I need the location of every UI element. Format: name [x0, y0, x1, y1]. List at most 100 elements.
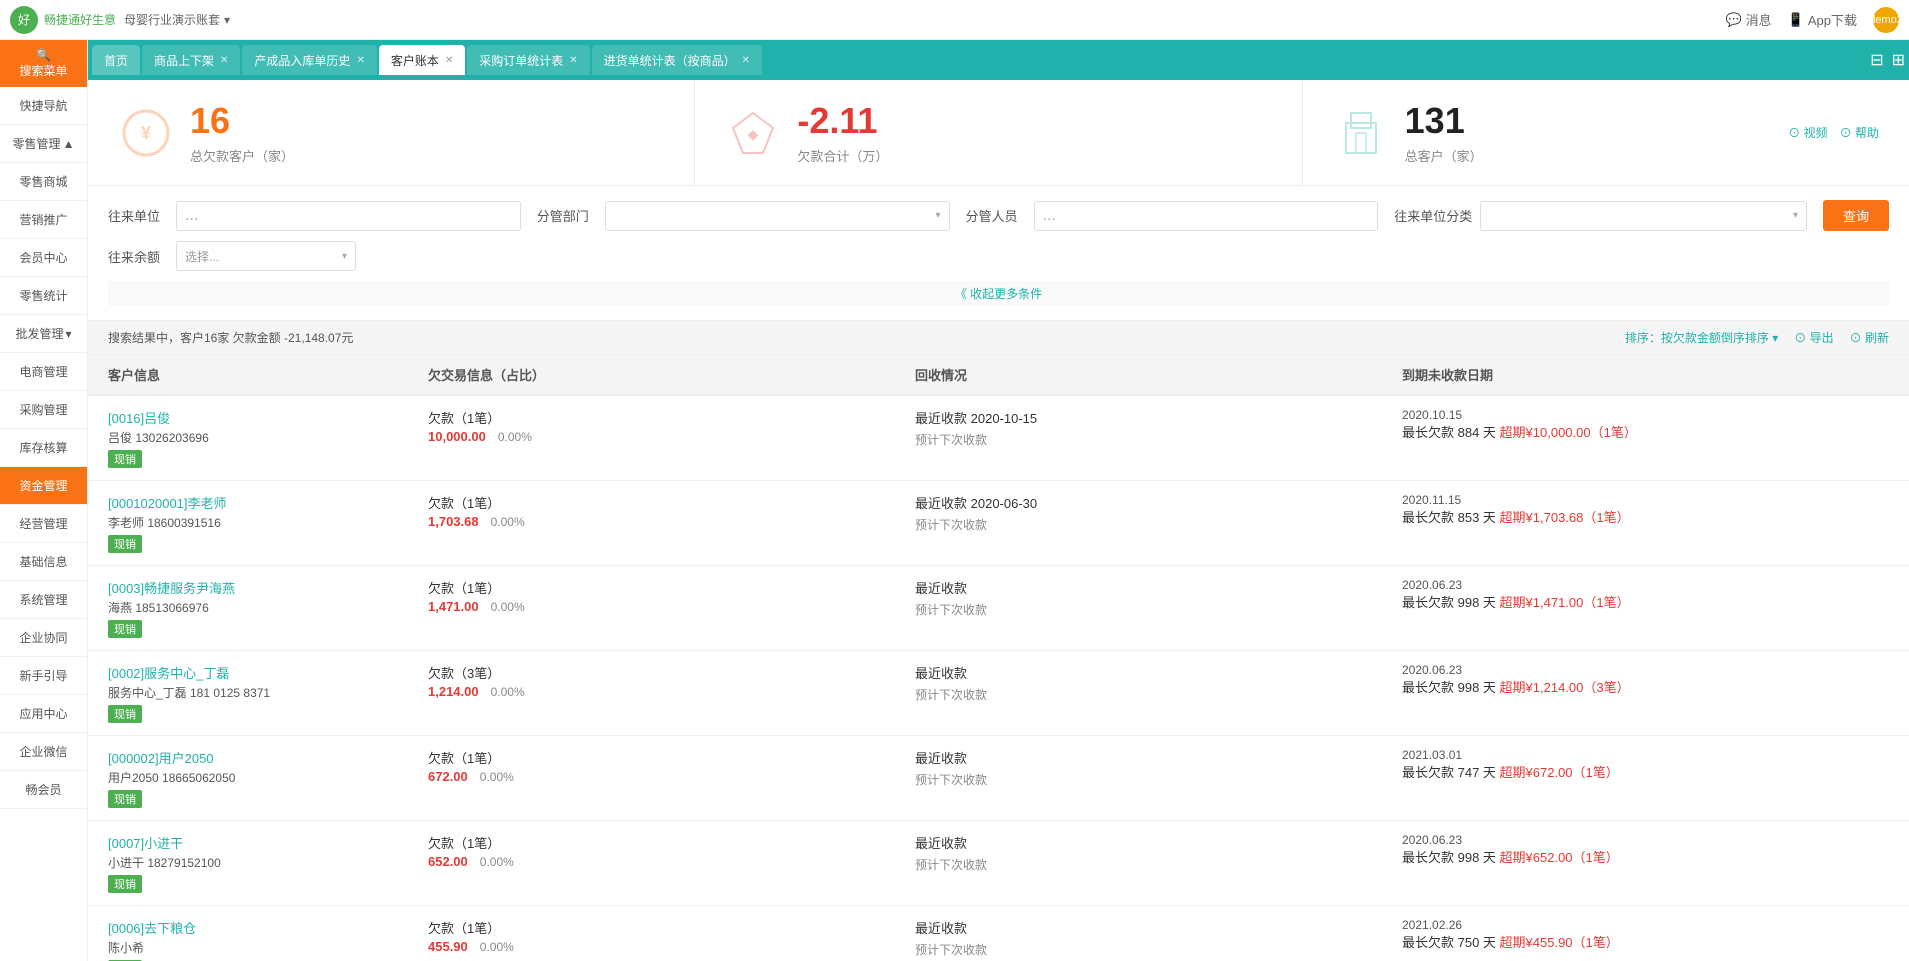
filter-area: 往来单位 ... 分管部门 ▾ 分管人员 — [88, 186, 1909, 321]
filter-unit-input[interactable]: ... — [176, 201, 521, 231]
sidebar-item-quick-nav[interactable]: 快捷导航 — [0, 87, 87, 125]
close-tab-purchase-order-stats-icon[interactable]: ✕ — [569, 55, 577, 66]
user-avatar[interactable]: demo2 — [1873, 7, 1899, 33]
close-tab-goods-stats-icon[interactable]: ✕ — [742, 55, 750, 66]
tab-production-history[interactable]: 产成品入库单历史 ✕ — [242, 45, 376, 75]
sidebar-item-enterprise-wx[interactable]: 企业微信 — [0, 733, 87, 771]
newbie-label: 新手引导 — [19, 669, 67, 683]
tab-goods-stats-label: 进货单统计表（按商品） — [604, 52, 736, 69]
overdue-amount-2[interactable]: 超期¥1,471.00（1笔） — [1500, 595, 1630, 610]
video-link[interactable]: ⊙ 视频 — [1788, 124, 1827, 141]
refresh-button[interactable]: ⊙ 刷新 — [1850, 329, 1889, 346]
customer-info-4: [000002]用户2050 用户2050 18665062050 现销 — [108, 748, 428, 808]
customer-id-0[interactable]: [0016]吕俊 — [108, 408, 428, 427]
sidebar-item-business[interactable]: 经营管理 — [0, 505, 87, 543]
sidebar-item-finance[interactable]: 资金管理 — [0, 467, 87, 505]
query-button[interactable]: 查询 — [1823, 200, 1889, 231]
sidebar-item-newbie[interactable]: 新手引导 — [0, 657, 87, 695]
content-area: 首页 商品上下架 ✕ 产成品入库单历史 ✕ 客户账本 ✕ 采购订单统计表 ✕ 进… — [88, 40, 1909, 961]
app-icon: 📱 — [1788, 12, 1804, 28]
overdue-amount-5[interactable]: 超期¥652.00（1笔） — [1500, 850, 1619, 865]
customer-name-6: 陈小希 — [108, 939, 428, 956]
collapse-row[interactable]: 《 收起更多条件 — [108, 281, 1889, 306]
filter-row-2: 往来余额 选择... ▾ — [108, 241, 1889, 271]
debt-count-5: 欠款（1笔） — [428, 833, 500, 852]
sidebar-item-member[interactable]: 会员中心 — [0, 239, 87, 277]
tab-product-listing[interactable]: 商品上下架 ✕ — [142, 45, 240, 75]
close-tab-customer-ledger-icon[interactable]: ✕ — [445, 55, 453, 66]
sidebar-item-collab[interactable]: 企业协同 — [0, 619, 87, 657]
tab-goods-stats[interactable]: 进货单统计表（按商品） ✕ — [592, 45, 762, 75]
filter-dept-select[interactable]: ▾ — [605, 201, 950, 231]
sidebar-item-system[interactable]: 系统管理 — [0, 581, 87, 619]
due-date-5: 2020.06.23 — [1402, 833, 1889, 847]
inventory-label: 库存核算 — [19, 441, 67, 455]
export-button[interactable]: ⊙ 导出 — [1794, 329, 1833, 346]
stat-overdue-customers-value: 16 — [190, 100, 294, 142]
overdue-amount-3[interactable]: 超期¥1,214.00（3笔） — [1500, 680, 1630, 695]
customer-id-1[interactable]: [0001020001]李老师 — [108, 493, 428, 512]
next-collect-1: 预计下次收款 — [915, 516, 1402, 533]
svg-text:¥: ¥ — [141, 123, 151, 143]
sidebar-item-marketing[interactable]: 营销推广 — [0, 201, 87, 239]
quick-nav-label: 快捷导航 — [19, 99, 67, 113]
help-link[interactable]: ⊙ 帮助 — [1840, 124, 1879, 141]
debt-ratio-5: 0.00% — [480, 855, 514, 869]
debt-count-3: 欠款（3笔） — [428, 663, 500, 682]
tab-product-listing-label: 商品上下架 — [154, 52, 214, 69]
tab-home[interactable]: 首页 — [92, 45, 140, 75]
customer-id-6[interactable]: [0006]去下粮仓 — [108, 918, 428, 937]
sidebar-item-retail-mgmt[interactable]: 零售管理 ▲ — [0, 125, 87, 163]
store-select[interactable]: 母婴行业演示账套 ▾ — [124, 11, 230, 28]
close-tab-production-history-icon[interactable]: ✕ — [356, 55, 364, 66]
message-icon: 💬 — [1725, 12, 1741, 28]
overdue-amount-1[interactable]: 超期¥1,703.68（1笔） — [1500, 510, 1630, 525]
next-collect-4: 预计下次收款 — [915, 771, 1402, 788]
overdue-days-0: 最长欠款 884 天 — [1402, 425, 1496, 440]
sidebar-item-chang-member[interactable]: 畅会员 — [0, 771, 87, 809]
customer-info-3: [0002]服务中心_丁磊 服务中心_丁磊 181 0125 8371 现销 — [108, 663, 428, 723]
customer-id-5[interactable]: [0007]小进干 — [108, 833, 428, 852]
message-label: 消息 — [1746, 10, 1772, 29]
debt-count-4: 欠款（1笔） — [428, 748, 500, 767]
tab-customer-ledger-label: 客户账本 — [391, 52, 439, 69]
tab-purchase-order-stats[interactable]: 采购订单统计表 ✕ — [467, 45, 589, 75]
overdue-amount-4[interactable]: 超期¥672.00（1笔） — [1500, 765, 1619, 780]
recovery-info-3: 最近收款 预计下次收款 — [915, 663, 1402, 723]
sidebar-item-retail-stats[interactable]: 零售统计 — [0, 277, 87, 315]
sidebar-item-ecommerce[interactable]: 电商管理 — [0, 353, 87, 391]
sidebar-item-app-center[interactable]: 应用中心 — [0, 695, 87, 733]
recovery-info-4: 最近收款 预计下次收款 — [915, 748, 1402, 808]
sidebar-item-retail-mall[interactable]: 零售商城 — [0, 163, 87, 201]
results-bar: 搜索结果中，客户16家 欠款金额 -21,148.07元 排序：按欠款金额倒序排… — [88, 321, 1909, 355]
stat-total-debt-value: -2.11 — [797, 100, 888, 142]
overdue-amount-6[interactable]: 超期¥455.90（1笔） — [1500, 935, 1619, 950]
filter-category-select[interactable]: ▾ — [1480, 201, 1807, 231]
next-collect-3: 预计下次收款 — [915, 686, 1402, 703]
tab-expand-icon[interactable]: ⊞ — [1892, 50, 1905, 70]
sidebar-item-purchase[interactable]: 采购管理 — [0, 391, 87, 429]
sidebar-item-inventory[interactable]: 库存核算 — [0, 429, 87, 467]
close-tab-product-listing-icon[interactable]: ✕ — [220, 55, 228, 66]
retail-mgmt-arrow-icon: ▲ — [63, 137, 75, 151]
sidebar-search[interactable]: 🔍 搜索菜单 — [0, 40, 87, 87]
sidebar-item-basic-info[interactable]: 基础信息 — [0, 543, 87, 581]
due-date-4: 2021.03.01 — [1402, 748, 1889, 762]
sidebar-item-wholesale-mgmt[interactable]: 批发管理 ▾ — [0, 315, 87, 353]
app-download-button[interactable]: 📱 App下载 — [1788, 10, 1857, 29]
tab-customer-ledger[interactable]: 客户账本 ✕ — [379, 45, 465, 75]
tab-more-icon[interactable]: ⊟ — [1870, 50, 1883, 70]
customer-id-2[interactable]: [0003]畅捷服务尹海燕 — [108, 578, 428, 597]
customer-tag-4: 现销 — [108, 790, 142, 808]
due-info-2: 2020.06.23 最长欠款 998 天 超期¥1,471.00（1笔） — [1402, 578, 1889, 638]
due-overdue-0: 最长欠款 884 天 超期¥10,000.00（1笔） — [1402, 422, 1889, 441]
customer-id-3[interactable]: [0002]服务中心_丁磊 — [108, 663, 428, 682]
overdue-amount-0[interactable]: 超期¥10,000.00（1笔） — [1500, 425, 1637, 440]
last-collect-6: 最近收款 — [915, 918, 1402, 937]
customer-id-4[interactable]: [000002]用户2050 — [108, 748, 428, 767]
filter-balance-select[interactable]: 选择... ▾ — [176, 241, 356, 271]
app-download-label: App下载 — [1808, 10, 1857, 29]
filter-person-input[interactable]: ... — [1034, 201, 1379, 231]
filter-unit-dots: ... — [185, 207, 198, 225]
message-button[interactable]: 💬 消息 — [1725, 10, 1771, 29]
